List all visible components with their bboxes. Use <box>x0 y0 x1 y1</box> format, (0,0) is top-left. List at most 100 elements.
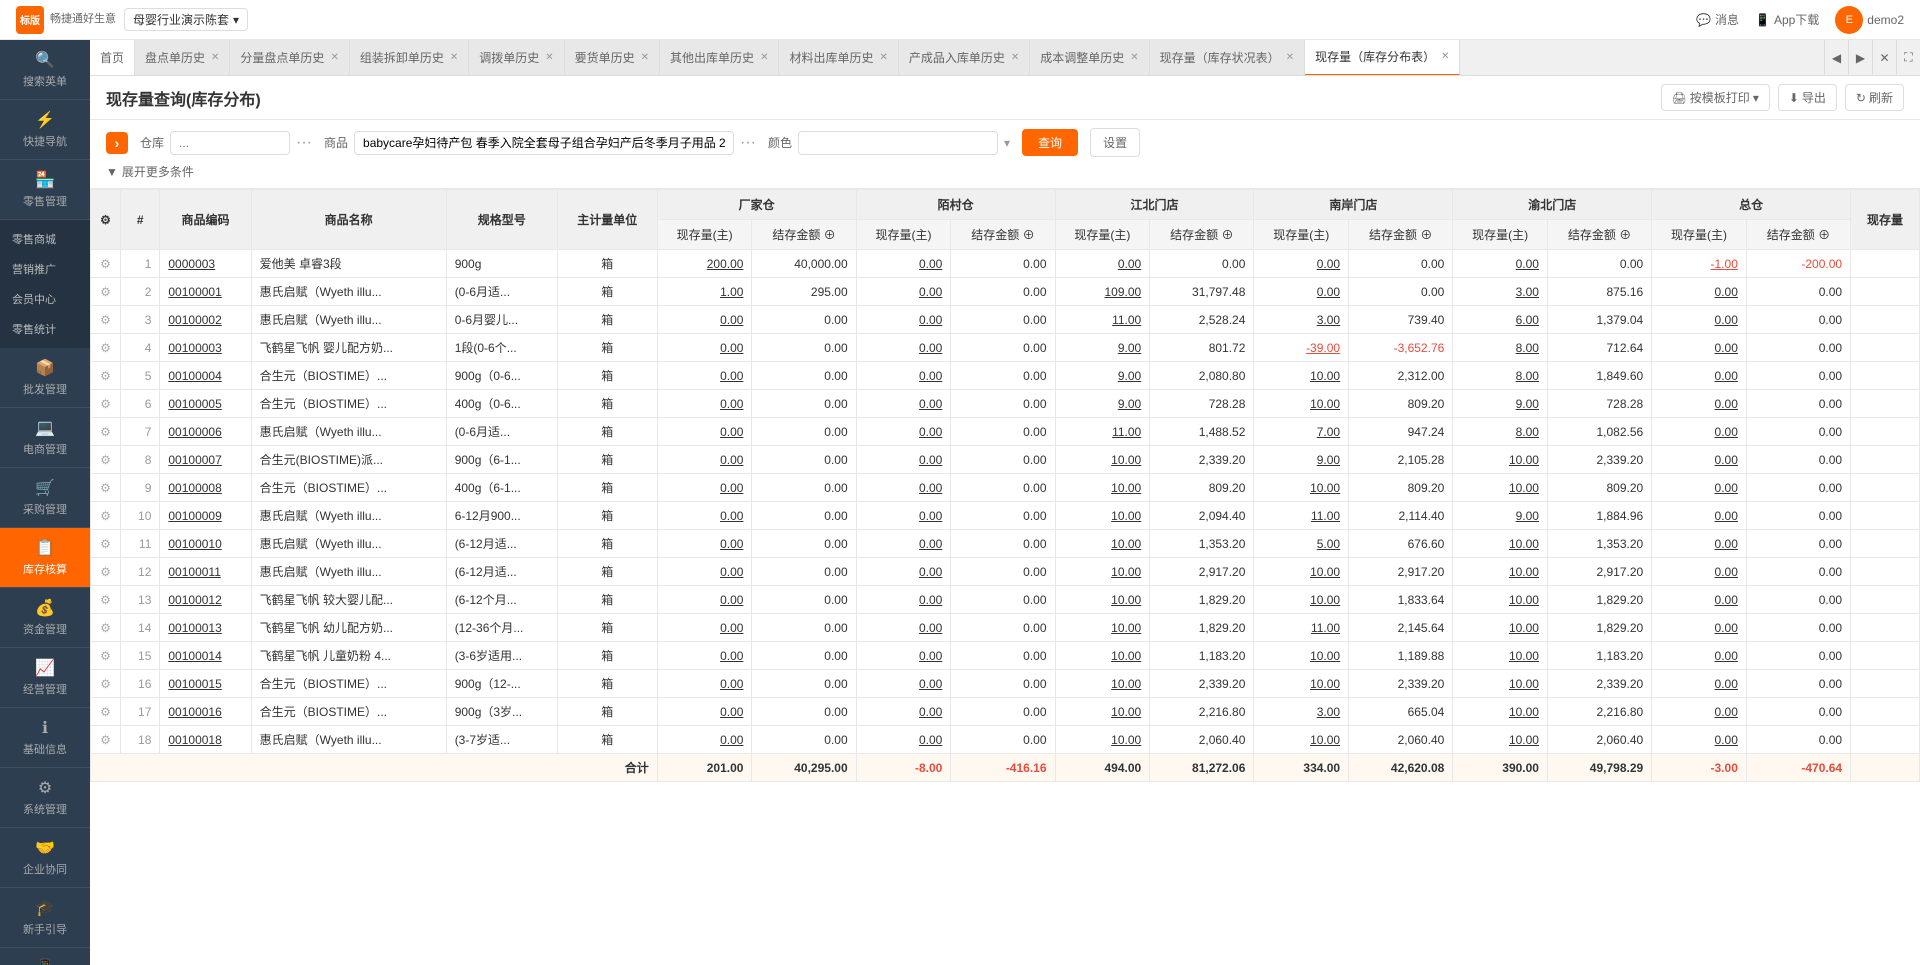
tab-transfer[interactable]: 调拨单历史 ✕ <box>469 40 564 76</box>
tab-requisition[interactable]: 要货单历史 ✕ <box>565 40 660 76</box>
row-nanan-qty[interactable]: 11.00 <box>1254 614 1349 642</box>
row-jiangbei-qty[interactable]: 10.00 <box>1055 474 1150 502</box>
tab-sub-check[interactable]: 分量盘点单历史 ✕ <box>230 40 349 76</box>
row-factory-qty[interactable]: 0.00 <box>657 390 752 418</box>
row-mucun-qty[interactable]: 0.00 <box>856 306 951 334</box>
nav-prev-button[interactable]: ◀ <box>1824 40 1848 76</box>
row-jiangbei-qty[interactable]: 10.00 <box>1055 642 1150 670</box>
sidebar-item-inventory[interactable]: 📋 库存核算 <box>0 528 90 588</box>
close-icon[interactable]: ✕ <box>1441 51 1449 62</box>
nav-next-button[interactable]: ▶ <box>1848 40 1872 76</box>
warehouse-input[interactable] <box>170 131 290 155</box>
row-zongcang-qty[interactable]: 0.00 <box>1652 530 1747 558</box>
tab-assemble[interactable]: 组装拆卸单历史 ✕ <box>350 40 469 76</box>
row-code[interactable]: 00100006 <box>160 418 251 446</box>
row-factory-qty[interactable]: 0.00 <box>657 502 752 530</box>
row-mucun-qty[interactable]: 0.00 <box>856 474 951 502</box>
row-jiangbei-qty[interactable]: 10.00 <box>1055 446 1150 474</box>
nav-close-button[interactable]: ✕ <box>1872 40 1896 76</box>
row-code[interactable]: 00100014 <box>160 642 251 670</box>
close-icon[interactable]: ✕ <box>641 52 649 63</box>
row-gear[interactable]: ⚙ <box>91 446 121 474</box>
row-mucun-qty[interactable]: 0.00 <box>856 502 951 530</box>
close-icon[interactable]: ✕ <box>545 52 553 63</box>
row-nanan-qty[interactable]: 10.00 <box>1254 726 1349 754</box>
row-gear[interactable]: ⚙ <box>91 474 121 502</box>
row-nanan-qty[interactable]: 0.00 <box>1254 278 1349 306</box>
row-factory-qty[interactable]: 1.00 <box>657 278 752 306</box>
sidebar-item-search[interactable]: 🔍 搜索英单 <box>0 40 90 100</box>
row-mucun-qty[interactable]: 0.00 <box>856 698 951 726</box>
row-code[interactable]: 00100008 <box>160 474 251 502</box>
row-nanan-qty[interactable]: 10.00 <box>1254 670 1349 698</box>
tab-home[interactable]: 首页 <box>90 40 135 76</box>
row-nanan-qty[interactable]: 10.00 <box>1254 390 1349 418</box>
row-mucun-qty[interactable]: 0.00 <box>856 362 951 390</box>
warehouse-dots[interactable]: ··· <box>296 134 312 152</box>
row-code[interactable]: 00100003 <box>160 334 251 362</box>
row-yubei-qty[interactable]: 10.00 <box>1453 446 1548 474</box>
row-jiangbei-qty[interactable]: 10.00 <box>1055 614 1150 642</box>
row-gear[interactable]: ⚙ <box>91 642 121 670</box>
row-nanan-qty[interactable]: 9.00 <box>1254 446 1349 474</box>
row-jiangbei-qty[interactable]: 9.00 <box>1055 334 1150 362</box>
setting-button[interactable]: 设置 <box>1090 128 1140 157</box>
row-factory-qty[interactable]: 0.00 <box>657 474 752 502</box>
row-gear[interactable]: ⚙ <box>91 614 121 642</box>
row-yubei-qty[interactable]: 10.00 <box>1453 586 1548 614</box>
sidebar-item-base[interactable]: ℹ 基础信息 <box>0 708 90 768</box>
sidebar-item-wholesale[interactable]: 📦 批发管理 <box>0 348 90 408</box>
row-code[interactable]: 00100009 <box>160 502 251 530</box>
industry-selector[interactable]: 母婴行业演示陈套 ▾ <box>124 8 248 31</box>
row-gear[interactable]: ⚙ <box>91 306 121 334</box>
row-factory-qty[interactable]: 0.00 <box>657 558 752 586</box>
row-code[interactable]: 0000003 <box>160 250 251 278</box>
row-mucun-qty[interactable]: 0.00 <box>856 334 951 362</box>
sidebar-item-retail[interactable]: 🏪 零售管理 <box>0 160 90 220</box>
sidebar-subitem-member[interactable]: 会员中心 <box>0 284 90 314</box>
row-code[interactable]: 00100016 <box>160 698 251 726</box>
row-mucun-qty[interactable]: 0.00 <box>856 446 951 474</box>
row-code[interactable]: 00100004 <box>160 362 251 390</box>
row-gear[interactable]: ⚙ <box>91 362 121 390</box>
row-mucun-qty[interactable]: 0.00 <box>856 250 951 278</box>
tab-stock-status[interactable]: 现存量（库存状况表） ✕ <box>1150 40 1305 76</box>
row-jiangbei-qty[interactable]: 10.00 <box>1055 558 1150 586</box>
sidebar-item-quicknav[interactable]: ⚡ 快捷导航 <box>0 100 90 160</box>
sidebar-item-finance[interactable]: 💰 资金管理 <box>0 588 90 648</box>
row-gear[interactable]: ⚙ <box>91 726 121 754</box>
row-code[interactable]: 00100018 <box>160 726 251 754</box>
row-yubei-qty[interactable]: 10.00 <box>1453 474 1548 502</box>
close-icon[interactable]: ✕ <box>1130 52 1138 63</box>
row-factory-qty[interactable]: 0.00 <box>657 670 752 698</box>
row-yubei-qty[interactable]: 8.00 <box>1453 362 1548 390</box>
row-factory-qty[interactable]: 0.00 <box>657 614 752 642</box>
row-nanan-qty[interactable]: 11.00 <box>1254 502 1349 530</box>
sidebar-subitem-marketing[interactable]: 营销推广 <box>0 254 90 284</box>
export-button[interactable]: ⬇ 导出 <box>1778 84 1837 111</box>
search-button[interactable]: 查询 <box>1022 129 1078 156</box>
row-zongcang-qty[interactable]: 0.00 <box>1652 642 1747 670</box>
row-jiangbei-qty[interactable]: 10.00 <box>1055 670 1150 698</box>
close-icon[interactable]: ✕ <box>1286 52 1294 63</box>
close-icon[interactable]: ✕ <box>211 52 219 63</box>
row-zongcang-qty[interactable]: 0.00 <box>1652 586 1747 614</box>
row-mucun-qty[interactable]: 0.00 <box>856 558 951 586</box>
tab-outbound[interactable]: 其他出库单历史 ✕ <box>660 40 779 76</box>
row-mucun-qty[interactable]: 0.00 <box>856 530 951 558</box>
row-jiangbei-qty[interactable]: 10.00 <box>1055 698 1150 726</box>
row-zongcang-qty[interactable]: 0.00 <box>1652 670 1747 698</box>
message-button[interactable]: 💬 消息 <box>1696 11 1739 28</box>
row-gear[interactable]: ⚙ <box>91 390 121 418</box>
sidebar-item-ecommerce[interactable]: 💻 电商管理 <box>0 408 90 468</box>
row-factory-qty[interactable]: 0.00 <box>657 586 752 614</box>
row-jiangbei-qty[interactable]: 109.00 <box>1055 278 1150 306</box>
col-gear[interactable]: ⚙ <box>91 190 121 250</box>
row-gear[interactable]: ⚙ <box>91 558 121 586</box>
row-mucun-qty[interactable]: 0.00 <box>856 278 951 306</box>
row-factory-qty[interactable]: 0.00 <box>657 334 752 362</box>
sidebar-subitem-stats[interactable]: 零售统计 <box>0 314 90 344</box>
row-jiangbei-qty[interactable]: 9.00 <box>1055 390 1150 418</box>
row-gear[interactable]: ⚙ <box>91 250 121 278</box>
row-yubei-qty[interactable]: 0.00 <box>1453 250 1548 278</box>
